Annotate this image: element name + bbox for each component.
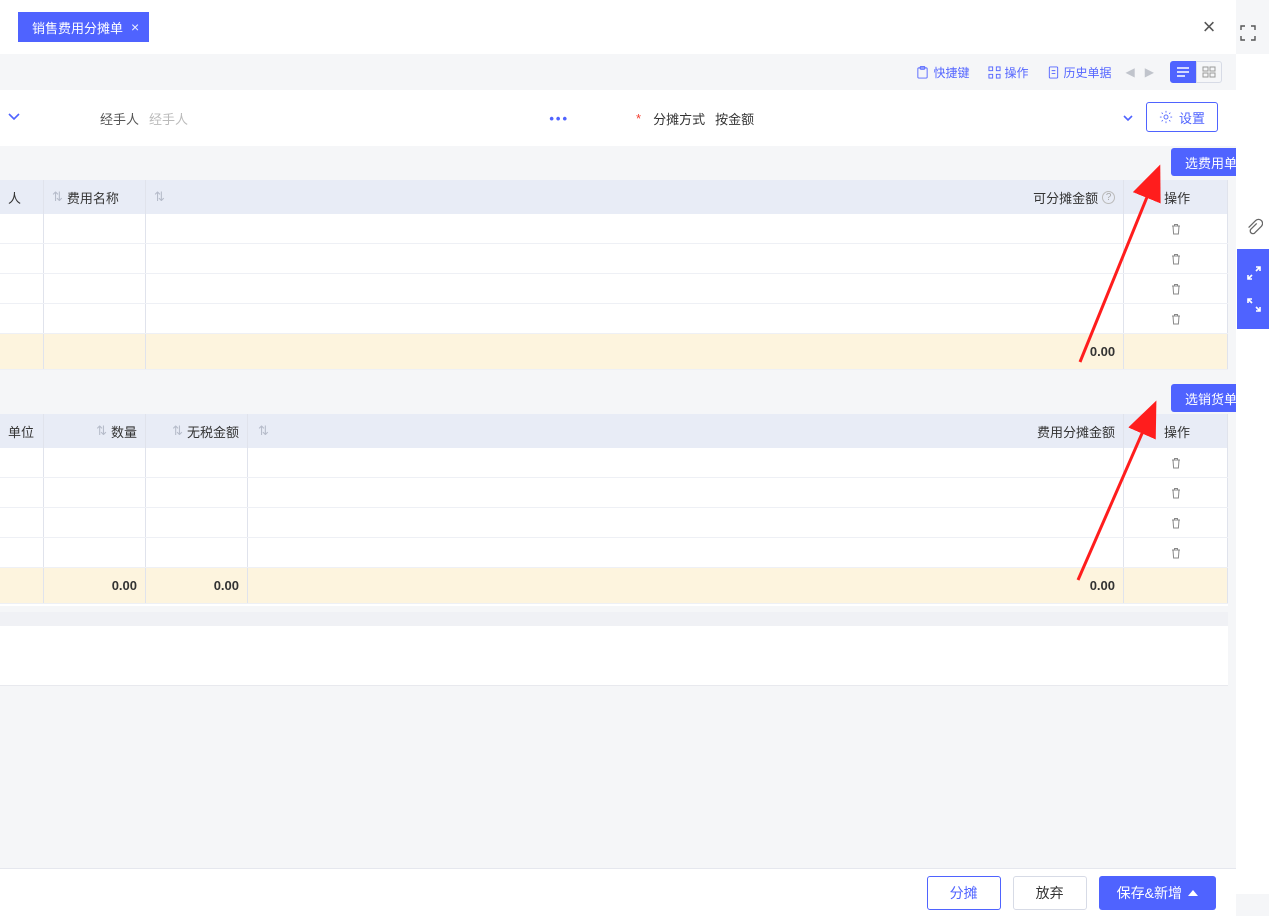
table-sum-row: 0.00 0.00 0.00 <box>0 568 1228 604</box>
method-label: 分摊方式 <box>653 109 705 128</box>
sum-allocatable: 0.00 <box>146 334 1124 369</box>
col-ops: 操作 <box>1124 414 1228 448</box>
right-rail <box>1236 54 1269 894</box>
trash-icon[interactable] <box>1169 222 1183 236</box>
col-qty[interactable]: ⇅数量 <box>44 414 146 448</box>
field-handler: 经手人 经手人 ••• <box>100 104 569 132</box>
toolbar-operate[interactable]: 操作 <box>982 61 1035 84</box>
history-next-icon[interactable]: ▶ <box>1143 65 1156 79</box>
trash-icon[interactable] <box>1169 252 1183 266</box>
grid-icon <box>988 66 1001 79</box>
handler-input[interactable]: 经手人 ••• <box>149 104 569 132</box>
allocate-button[interactable]: 分摊 <box>927 876 1001 910</box>
toolbar-shortcut[interactable]: 快捷键 <box>910 61 975 84</box>
rail-expand-panel[interactable] <box>1237 249 1269 329</box>
col-expense-name[interactable]: ⇅费用名称 <box>44 180 146 214</box>
collapse-toggle-icon[interactable] <box>6 108 24 126</box>
sort-icon[interactable]: ⇅ <box>96 423 107 439</box>
view-list-icon[interactable] <box>1170 61 1196 83</box>
trash-icon[interactable] <box>1169 282 1183 296</box>
trash-icon[interactable] <box>1169 456 1183 470</box>
toolbar-history[interactable]: 历史单据 <box>1041 61 1118 84</box>
clipboard-icon <box>916 66 929 79</box>
form-row: 经手人 经手人 ••• * 分摊方式 按金额 设置 <box>0 90 1236 146</box>
trash-icon[interactable] <box>1169 516 1183 530</box>
handler-label: 经手人 <box>100 109 139 128</box>
view-card-icon[interactable] <box>1196 61 1222 83</box>
col-allocatable-amount[interactable]: ⇅ 可分摊金额 ? <box>146 180 1124 214</box>
col-partial[interactable]: 人 <box>0 180 44 214</box>
table-row[interactable] <box>0 214 1228 244</box>
table-sum-row: 0.00 <box>0 334 1228 370</box>
ellipsis-icon[interactable]: ••• <box>549 111 569 126</box>
toolbar: 快捷键 操作 历史单据 ◀ ▶ <box>0 54 1236 90</box>
sales-table: 单位 ⇅数量 ⇅无税金额 ⇅ 费用分摊金额 操作 <box>0 414 1228 606</box>
save-and-new-button[interactable]: 保存&新增 <box>1099 876 1216 910</box>
expand-in-icon <box>1245 296 1263 314</box>
attachment-icon[interactable] <box>1241 214 1267 240</box>
sales-table-header: 单位 ⇅数量 ⇅无税金额 ⇅ 费用分摊金额 操作 <box>0 414 1228 448</box>
history-prev-icon[interactable]: ◀ <box>1124 65 1137 79</box>
info-icon[interactable]: ? <box>1102 191 1115 204</box>
fullscreen-icon[interactable] <box>1233 18 1263 48</box>
trash-icon[interactable] <box>1169 312 1183 326</box>
sort-icon[interactable]: ⇅ <box>154 189 165 205</box>
expense-table: 人 ⇅费用名称 ⇅ 可分摊金额 ? 操作 <box>0 180 1228 368</box>
table-row[interactable] <box>0 304 1228 334</box>
chevron-down-icon[interactable] <box>1121 111 1135 125</box>
settings-button[interactable]: 设置 <box>1146 102 1218 132</box>
sum-qty: 0.00 <box>44 568 146 603</box>
sum-notax: 0.00 <box>146 568 248 603</box>
field-method: * 分摊方式 按金额 <box>636 104 1135 132</box>
col-unit[interactable]: 单位 <box>0 414 44 448</box>
notes-panel <box>0 626 1228 686</box>
doc-icon <box>1047 66 1060 79</box>
col-alloc-amount[interactable]: ⇅ 费用分摊金额 <box>248 414 1124 448</box>
method-select[interactable]: 按金额 <box>715 104 1135 132</box>
caret-up-icon <box>1188 890 1198 896</box>
table-row[interactable] <box>0 478 1228 508</box>
tab-active[interactable]: 销售费用分摊单 × <box>18 12 149 42</box>
col-notax[interactable]: ⇅无税金额 <box>146 414 248 448</box>
table-row[interactable] <box>0 244 1228 274</box>
view-toggle <box>1170 61 1222 83</box>
close-panel-button[interactable]: × <box>1194 12 1224 42</box>
tab-title: 销售费用分摊单 <box>32 18 123 37</box>
handler-placeholder: 经手人 <box>149 109 188 128</box>
gear-icon <box>1159 110 1173 124</box>
divider-bar <box>0 612 1228 626</box>
sort-icon[interactable]: ⇅ <box>172 423 183 439</box>
sort-icon[interactable]: ⇅ <box>258 423 269 439</box>
expense-table-header: 人 ⇅费用名称 ⇅ 可分摊金额 ? 操作 <box>0 180 1228 214</box>
expand-out-icon <box>1245 264 1263 282</box>
trash-icon[interactable] <box>1169 546 1183 560</box>
tab-close-icon[interactable]: × <box>131 19 139 35</box>
trash-icon[interactable] <box>1169 486 1183 500</box>
method-value: 按金额 <box>715 109 754 128</box>
table-row[interactable] <box>0 448 1228 478</box>
table-row[interactable] <box>0 538 1228 568</box>
sort-icon[interactable]: ⇅ <box>52 189 63 205</box>
sum-alloc: 0.00 <box>248 568 1124 603</box>
table-row[interactable] <box>0 508 1228 538</box>
discard-button[interactable]: 放弃 <box>1013 876 1087 910</box>
col-ops: 操作 <box>1124 180 1228 214</box>
table-row[interactable] <box>0 274 1228 304</box>
footer-actions: 分摊 放弃 保存&新增 <box>0 868 1236 916</box>
required-star-icon: * <box>636 111 641 126</box>
tab-bar: 销售费用分摊单 × × <box>0 0 1236 54</box>
